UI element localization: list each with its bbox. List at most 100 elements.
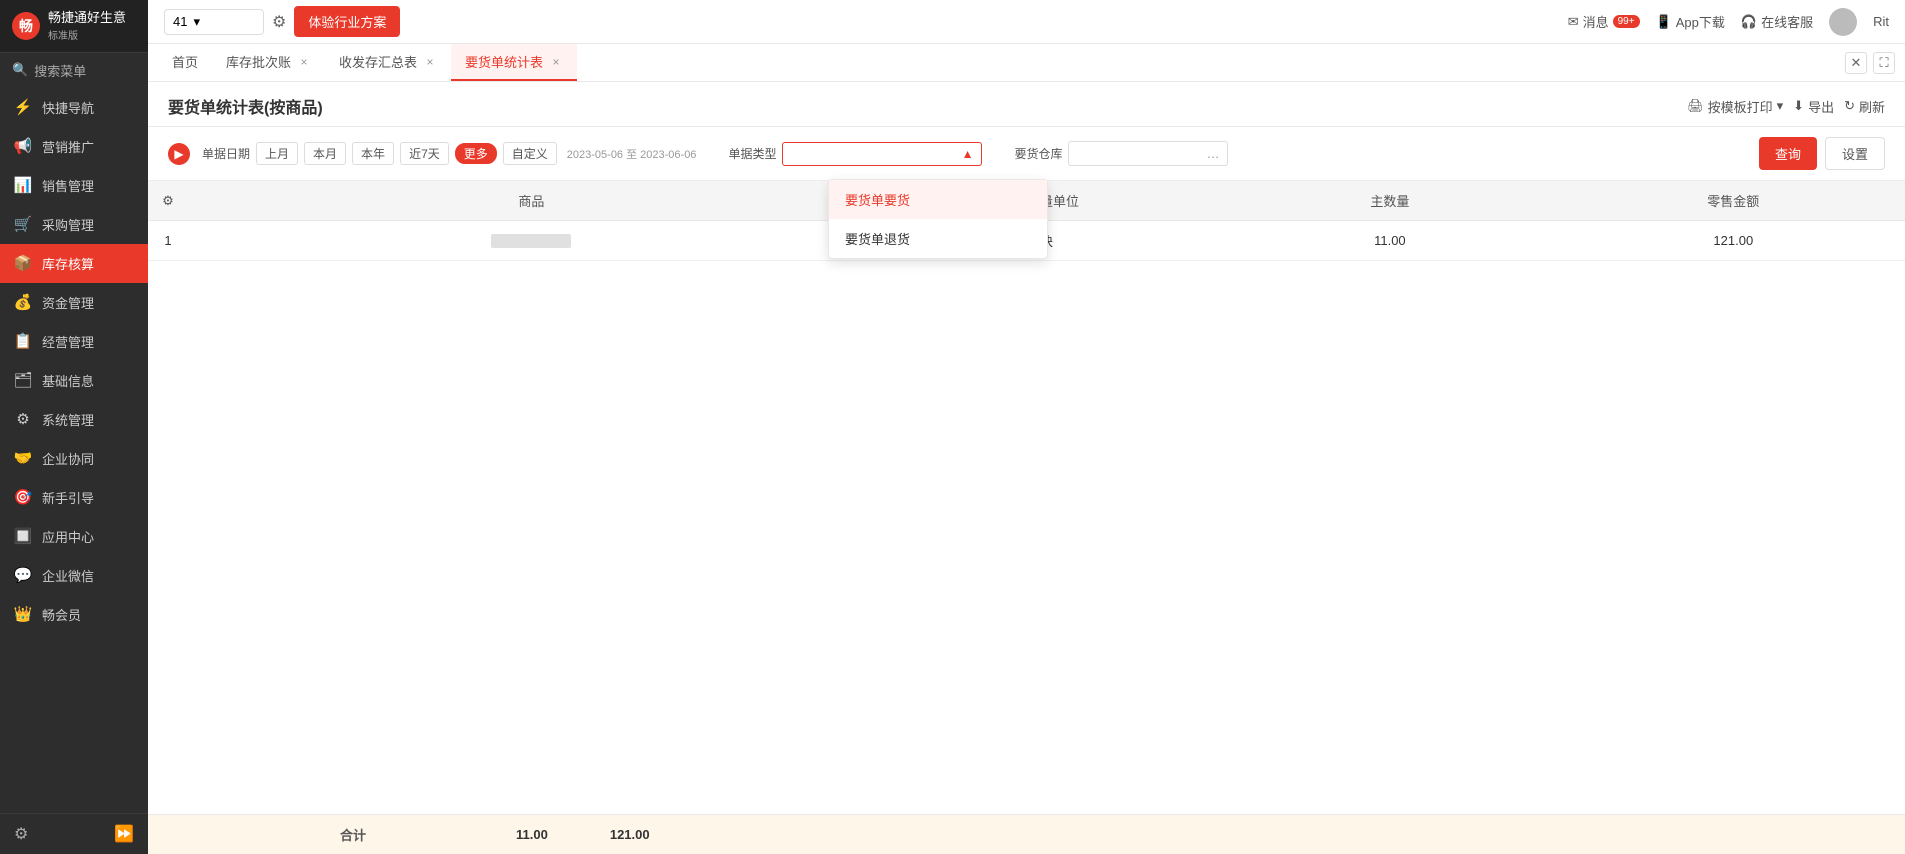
- service-btn[interactable]: 🎧 在线客服: [1741, 12, 1813, 31]
- sidebar: 畅 畅捷通好生意 标准版 🔍 搜索菜单 ⚡ 快捷导航 📢 营销推广 📊 销售管理…: [0, 0, 148, 854]
- store-selector[interactable]: 41 ▾: [164, 9, 264, 35]
- filter-type-group: 单据类型 ▲: [728, 142, 982, 166]
- sidebar-item-jingying[interactable]: 📋 经营管理: [0, 322, 148, 361]
- app-download-btn[interactable]: 📱 App下载: [1656, 12, 1725, 31]
- tab-order-stats-close[interactable]: ×: [549, 55, 563, 69]
- row-index: 1: [148, 221, 188, 261]
- sidebar-search[interactable]: 🔍 搜索菜单: [0, 53, 148, 88]
- sidebar-item-xitong[interactable]: ⚙ 系统管理: [0, 400, 148, 439]
- caigou-icon: 🛒: [14, 215, 32, 233]
- sidebar-item-changhui[interactable]: 👑 畅会员: [0, 595, 148, 634]
- print-chevron: ▾: [1777, 98, 1784, 114]
- filter-this-year[interactable]: 本年: [352, 142, 394, 165]
- sidebar-item-qiyewx[interactable]: 💬 企业微信: [0, 556, 148, 595]
- user-avatar[interactable]: [1829, 8, 1857, 36]
- dropdown-item-tuhuo[interactable]: 要货单退货: [829, 219, 1047, 258]
- sidebar-item-xinshou[interactable]: 🎯 新手引导: [0, 478, 148, 517]
- dropdown-item-yaohuo[interactable]: 要货单要货: [829, 180, 1047, 219]
- warehouse-input[interactable]: …: [1068, 141, 1228, 166]
- filter-bar: ▶ 单据日期 上月 本月 本年 近7天 更多 自定义 2023-05-06 至 …: [148, 127, 1905, 181]
- sidebar-item-label: 销售管理: [42, 176, 94, 195]
- row-qty: 11.00: [1218, 221, 1561, 261]
- message-icon: ✉: [1568, 14, 1579, 30]
- refresh-label: 刷新: [1859, 97, 1885, 116]
- zijin-icon: 💰: [14, 293, 32, 311]
- page-title: 要货单统计表(按商品): [168, 94, 323, 118]
- logo-title: 畅捷通好生意: [48, 10, 126, 27]
- print-btn[interactable]: 🖨 按模板打印 ▾: [1687, 97, 1783, 116]
- settings-icon[interactable]: ⚙: [272, 12, 286, 32]
- sidebar-item-label: 系统管理: [42, 410, 94, 429]
- col-settings[interactable]: ⚙: [148, 181, 188, 221]
- type-dropdown[interactable]: ▲: [782, 142, 982, 166]
- col-amount-header: 零售金额: [1562, 181, 1905, 221]
- sidebar-item-label: 库存核算: [42, 254, 94, 273]
- query-btn[interactable]: 查询: [1759, 137, 1817, 170]
- filter-last-month[interactable]: 上月: [256, 142, 298, 165]
- sidebar-item-zijin[interactable]: 💰 资金管理: [0, 283, 148, 322]
- export-btn[interactable]: ⬇ 导出: [1793, 97, 1834, 116]
- topbar-left: 41 ▾ ⚙ 体验行业方案: [164, 6, 400, 37]
- type-label: 单据类型: [728, 145, 776, 162]
- jichu-icon: 🗂: [14, 371, 32, 389]
- app-label: App下载: [1676, 12, 1725, 31]
- sidebar-nav: ⚡ 快捷导航 📢 营销推广 📊 销售管理 🛒 采购管理 📦 库存核算 💰 资金管…: [0, 88, 148, 813]
- qiye-icon: 🤝: [14, 449, 32, 467]
- print-label: 按模板打印: [1708, 97, 1773, 116]
- main-area: 41 ▾ ⚙ 体验行业方案 ✉ 消息 99+ 📱 App下载 🎧 在线客服 Ri…: [148, 0, 1905, 854]
- filter-more[interactable]: 更多: [455, 143, 497, 164]
- sidebar-item-label: 营销推广: [42, 137, 94, 156]
- warehouse-dots[interactable]: …: [1206, 146, 1219, 161]
- tab-home-label: 首页: [172, 52, 198, 71]
- filter-custom[interactable]: 自定义: [503, 142, 557, 165]
- yingyong-icon: 🔲: [14, 527, 32, 545]
- tab-home[interactable]: 首页: [158, 44, 212, 81]
- qiyewx-icon: 💬: [14, 566, 32, 584]
- message-btn[interactable]: ✉ 消息 99+: [1568, 12, 1640, 31]
- tab-inventory-batch-label: 库存批次账: [226, 52, 291, 71]
- tabbar-controls: ✕ ⛶: [1845, 52, 1895, 74]
- filter-7days[interactable]: 近7天: [400, 142, 449, 165]
- sidebar-item-caigou[interactable]: 🛒 采购管理: [0, 205, 148, 244]
- xitong-icon: ⚙: [14, 410, 32, 428]
- sidebar-item-label: 基础信息: [42, 371, 94, 390]
- tab-order-stats[interactable]: 要货单统计表 ×: [451, 44, 577, 81]
- filter-actions: 查询 设置: [1759, 137, 1885, 170]
- row-product: [188, 221, 875, 261]
- collapse-icon[interactable]: ⏩: [114, 824, 134, 844]
- date-label: 单据日期: [202, 145, 250, 162]
- tabbar: 首页 库存批次账 × 收发存汇总表 × 要货单统计表 × ✕ ⛶: [148, 44, 1905, 82]
- tab-order-stats-label: 要货单统计表: [465, 52, 543, 71]
- trial-btn[interactable]: 体验行业方案: [294, 6, 400, 37]
- sidebar-item-label: 采购管理: [42, 215, 94, 234]
- tab-close-all[interactable]: ✕: [1845, 52, 1867, 74]
- sidebar-item-jichu[interactable]: 🗂 基础信息: [0, 361, 148, 400]
- message-label: 消息: [1583, 12, 1609, 31]
- sidebar-item-qiye[interactable]: 🤝 企业协同: [0, 439, 148, 478]
- sidebar-item-yingxiao[interactable]: 📢 营销推广: [0, 127, 148, 166]
- sidebar-item-kucun[interactable]: 📦 库存核算: [0, 244, 148, 283]
- filter-expand-btn[interactable]: ▶: [168, 143, 190, 165]
- sidebar-item-label: 畅会员: [42, 605, 81, 624]
- export-label: 导出: [1808, 97, 1834, 116]
- tab-expand[interactable]: ⛶: [1873, 52, 1895, 74]
- headphone-icon: 🎧: [1741, 14, 1757, 30]
- logo-icon: 畅: [12, 12, 40, 40]
- tab-receivable-summary[interactable]: 收发存汇总表 ×: [325, 44, 451, 81]
- xinshou-icon: 🎯: [14, 488, 32, 506]
- sidebar-item-yingyong[interactable]: 🔲 应用中心: [0, 517, 148, 556]
- tab-inventory-batch[interactable]: 库存批次账 ×: [212, 44, 325, 81]
- tab-receivable-summary-close[interactable]: ×: [423, 55, 437, 69]
- refresh-btn[interactable]: ↻ 刷新: [1844, 97, 1885, 116]
- filter-this-month[interactable]: 本月: [304, 142, 346, 165]
- sidebar-item-kuaijie[interactable]: ⚡ 快捷导航: [0, 88, 148, 127]
- tab-inventory-batch-close[interactable]: ×: [297, 55, 311, 69]
- sidebar-item-xiaoshou[interactable]: 📊 销售管理: [0, 166, 148, 205]
- settings-icon[interactable]: ⚙: [14, 824, 28, 844]
- filter-settings-btn[interactable]: 设置: [1825, 137, 1885, 170]
- sidebar-search-label: 搜索菜单: [34, 61, 86, 80]
- page-header: 要货单统计表(按商品) 🖨 按模板打印 ▾ ⬇ 导出 ↻ 刷新: [148, 82, 1905, 127]
- filter-date-group: 单据日期 上月 本月 本年 近7天 更多 自定义 2023-05-06 至 20…: [202, 142, 696, 165]
- warehouse-label: 要货仓库: [1014, 145, 1062, 162]
- changhui-icon: 👑: [14, 605, 32, 623]
